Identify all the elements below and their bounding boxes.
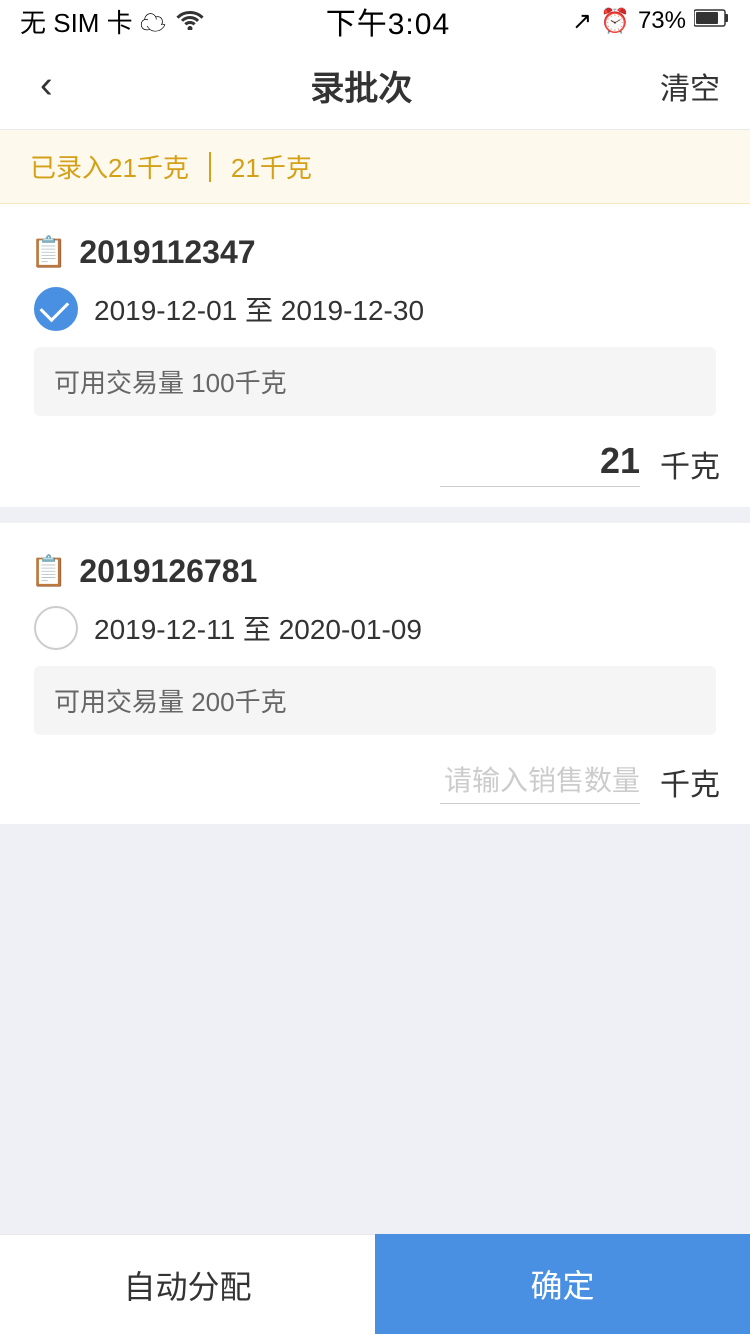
batch-id-1: 2019112347 — [79, 234, 255, 271]
qty-unit-2: 千克 — [660, 760, 720, 804]
battery-icon — [694, 7, 730, 35]
status-right: ↗ ⏰ 73% — [572, 7, 730, 36]
qty-placeholder-2: 请输入销售数量 — [444, 765, 640, 796]
qty-row-1: 21 千克 — [0, 416, 750, 507]
batch-checkbox-2[interactable] — [34, 606, 78, 650]
batch-header-1: 📋 2019112347 — [30, 234, 720, 271]
batch-date-2: 2019-12-11 至 2020-01-09 — [94, 608, 422, 648]
qty-input-1[interactable]: 21 — [440, 440, 640, 487]
sim-label: 无 SIM 卡 ☁ — [20, 3, 166, 40]
section-divider — [0, 507, 750, 523]
batch-id-2: 2019126781 — [79, 553, 257, 590]
info-banner: 已录入21千克 21千克 — [0, 130, 750, 204]
qty-unit-1: 千克 — [660, 442, 720, 486]
location-icon: ↗ — [572, 7, 592, 36]
empty-area — [0, 824, 750, 1274]
back-button[interactable]: ‹ — [30, 54, 63, 117]
wifi-icon — [176, 6, 204, 37]
qty-input-2[interactable]: 请输入销售数量 — [440, 759, 640, 804]
bottom-actions: 自动分配 确定 — [0, 1234, 750, 1334]
confirm-button[interactable]: 确定 — [375, 1234, 750, 1334]
qty-row-2: 请输入销售数量 千克 — [0, 735, 750, 824]
battery-percent: 73% — [638, 7, 686, 35]
batch-header-2: 📋 2019126781 — [30, 553, 720, 590]
batch-date-row-2[interactable]: 2019-12-11 至 2020-01-09 — [30, 606, 720, 650]
batch-date-row-1[interactable]: 2019-12-01 至 2019-12-30 — [30, 287, 720, 331]
alarm-icon: ⏰ — [600, 7, 630, 36]
banner-divider — [209, 152, 211, 182]
status-bar: 无 SIM 卡 ☁ 下午3:04 ↗ ⏰ 73% — [0, 0, 750, 42]
batch-checkbox-1[interactable] — [34, 287, 78, 331]
auto-distribute-button[interactable]: 自动分配 — [0, 1234, 375, 1334]
batch-item-1: 📋 2019112347 2019-12-01 至 2019-12-30 可用交… — [0, 204, 750, 416]
batch-doc-icon-2: 📋 — [30, 554, 67, 589]
batch-item-2: 📋 2019126781 2019-12-11 至 2020-01-09 可用交… — [0, 523, 750, 735]
recorded-amount: 已录入21千克 — [30, 148, 189, 185]
clear-button[interactable]: 清空 — [660, 64, 720, 108]
total-amount: 21千克 — [231, 148, 312, 185]
status-left: 无 SIM 卡 ☁ — [20, 3, 204, 40]
available-qty-2: 可用交易量 200千克 — [34, 666, 716, 735]
available-qty-1: 可用交易量 100千克 — [34, 347, 716, 416]
batch-doc-icon-1: 📋 — [30, 235, 67, 270]
nav-bar: ‹ 录批次 清空 — [0, 42, 750, 130]
page-title: 录批次 — [310, 61, 412, 110]
batch-date-1: 2019-12-01 至 2019-12-30 — [94, 289, 424, 329]
qty-value-1: 21 — [600, 440, 640, 481]
status-time: 下午3:04 — [326, 0, 450, 43]
